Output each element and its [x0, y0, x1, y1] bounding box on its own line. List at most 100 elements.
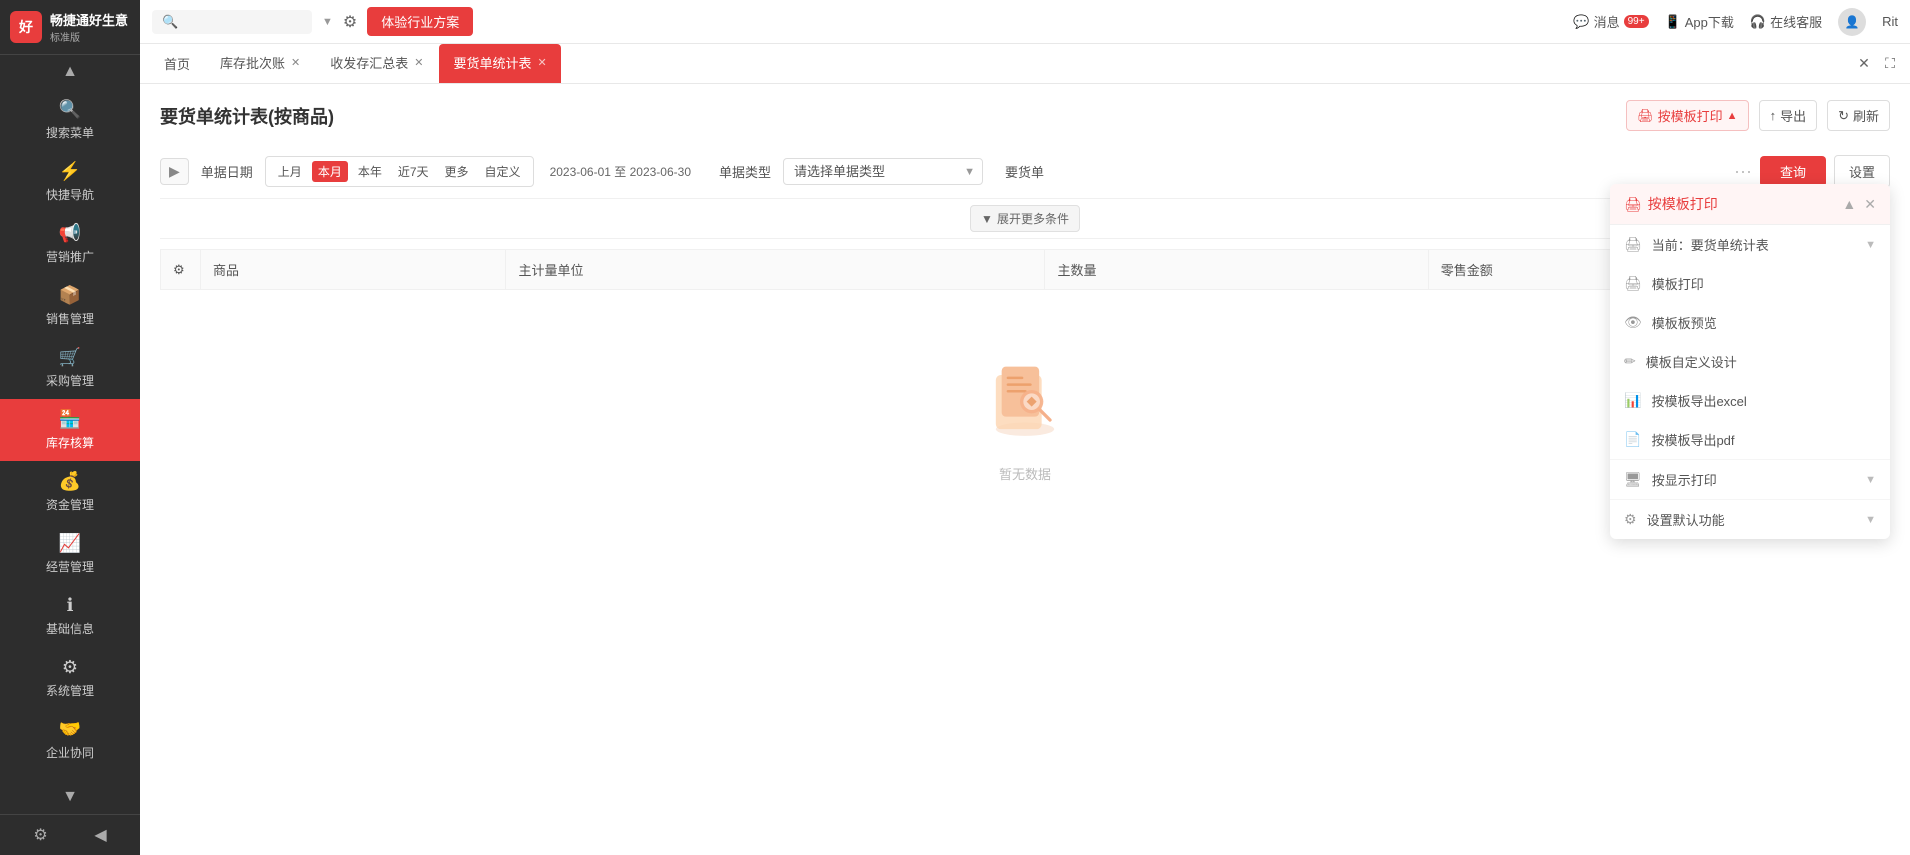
nav-icon-10: 🤝 — [59, 719, 81, 740]
main: 🔍 ▼ ⚙ 体验行业方案 💬 消息 99+ 📱 App下载 🎧 在线客服 👤 R… — [140, 0, 1910, 855]
topbar-actions: 💬 消息 99+ 📱 App下载 🎧 在线客服 👤 Rit — [1573, 8, 1898, 36]
dropdown-arrow-up[interactable]: ▲ — [1842, 196, 1856, 212]
scroll-up-btn[interactable]: ▲ — [58, 59, 82, 85]
nav-label-4: 采购管理 — [46, 372, 94, 389]
date-range-text: 2023-06-01 至 2023-06-30 — [550, 163, 691, 180]
date-custom[interactable]: 自定义 — [479, 161, 527, 182]
username[interactable]: Rit — [1882, 14, 1898, 29]
dropdown-section-display-print[interactable]: 🖥 按显示打印 ▼ — [1610, 459, 1890, 499]
date-more[interactable]: 更多 — [439, 161, 475, 182]
tabbar: 首页 库存批次账 ✕ 收发存汇总表 ✕ 要货单统计表 ✕ ✕ ⛶ — [140, 44, 1910, 84]
settings-bottom-icon[interactable]: ⚙ — [33, 825, 47, 845]
collapse-sidebar-icon[interactable]: ◀ — [94, 825, 106, 845]
nav-label-9: 系统管理 — [46, 682, 94, 699]
section-arrow-1: ▼ — [1865, 474, 1876, 486]
expand-more-btn[interactable]: ▼ 展开更多条件 — [970, 205, 1080, 232]
current-indicator-icon: 🖨 — [1624, 236, 1642, 253]
dropdown-item-preview[interactable]: 👁 模板板预览 — [1610, 303, 1890, 342]
dropdown-header: 🖨 按模板打印 ▲ ✕ — [1610, 184, 1890, 225]
trial-button[interactable]: 体验行业方案 — [367, 7, 473, 36]
nav-icon-8: ℹ — [67, 595, 74, 616]
export-btn[interactable]: ↑ 导出 — [1759, 100, 1818, 131]
page-actions: 🖨 按模板打印 ▲ ↑ 导出 ↻ 刷新 — [1626, 100, 1890, 131]
topbar: 🔍 ▼ ⚙ 体验行业方案 💬 消息 99+ 📱 App下载 🎧 在线客服 👤 R… — [140, 0, 1910, 44]
sidebar: 好 畅捷通好生意 标准版 ▲ 🔍 搜索菜单 ⚡ 快捷导航 📢 营销推广 📦 销售… — [0, 0, 140, 855]
sidebar-item-6[interactable]: 💰 资金管理 — [0, 461, 140, 523]
tab-requisition[interactable]: 要货单统计表 ✕ — [439, 44, 560, 83]
app-download-btn[interactable]: 📱 App下载 — [1665, 12, 1734, 31]
goods-field-label: 要货单 — [1005, 162, 1044, 181]
dropdown-item-export-excel[interactable]: 📊 按模板导出excel — [1610, 381, 1890, 420]
sidebar-item-2[interactable]: 📢 营销推广 — [0, 213, 140, 275]
tab-home[interactable]: 首页 — [150, 44, 204, 83]
empty-icon — [975, 350, 1075, 450]
date-prev-month[interactable]: 上月 — [272, 161, 308, 182]
page-content: 要货单统计表(按商品) 🖨 按模板打印 ▲ ↑ 导出 ↻ 刷新 — [140, 84, 1910, 855]
sidebar-item-1[interactable]: ⚡ 快捷导航 — [0, 151, 140, 213]
tab-inventory-batch[interactable]: 库存批次账 ✕ — [206, 44, 314, 83]
sidebar-bottom: ⚙ ◀ — [0, 814, 140, 855]
nav-label-1: 快捷导航 — [46, 186, 94, 203]
page-title: 要货单统计表(按商品) — [160, 103, 334, 129]
sidebar-item-7[interactable]: 📈 经营管理 — [0, 523, 140, 585]
logo-text-group: 畅捷通好生意 标准版 — [50, 10, 128, 44]
more-options-icon[interactable]: ··· — [1734, 161, 1752, 182]
tab-summary[interactable]: 收发存汇总表 ✕ — [316, 44, 437, 83]
print-arrow-icon: ▲ — [1727, 110, 1738, 122]
page-header: 要货单统计表(按商品) 🖨 按模板打印 ▲ ↑ 导出 ↻ 刷新 — [160, 100, 1890, 131]
sidebar-item-11[interactable]: 🚀 新手引导 — [0, 771, 140, 780]
dropdown-print-icon: 🖨 — [1624, 196, 1642, 213]
dropdown-item-design[interactable]: ✏ 模板自定义设计 — [1610, 342, 1890, 381]
window-maximize-btn[interactable]: ⛶ — [1880, 54, 1900, 74]
nav-icon-6: 💰 — [59, 471, 81, 492]
topbar-settings-icon[interactable]: ⚙ — [343, 12, 357, 32]
expand-more-icon: ▼ — [981, 212, 993, 226]
nav-label-3: 销售管理 — [46, 310, 94, 327]
sidebar-item-0[interactable]: 🔍 搜索菜单 — [0, 89, 140, 151]
tab-close-requisition[interactable]: ✕ — [538, 56, 547, 69]
sidebar-item-10[interactable]: 🤝 企业协同 — [0, 709, 140, 771]
sidebar-item-3[interactable]: 📦 销售管理 — [0, 275, 140, 337]
date-current-year[interactable]: 本年 — [352, 161, 388, 182]
sidebar-item-4[interactable]: 🛒 采购管理 — [0, 337, 140, 399]
col-gear[interactable]: ⚙ — [161, 250, 201, 290]
online-service-btn[interactable]: 🎧 在线客服 — [1750, 12, 1822, 31]
date-filter-label: 单据日期 — [201, 162, 253, 181]
filter-expand-icon[interactable]: ▶ — [160, 158, 189, 185]
tab-close-summary[interactable]: ✕ — [414, 56, 423, 69]
display-print-icon: 🖥 — [1624, 471, 1642, 488]
sidebar-item-5[interactable]: 🏪 库存核算 — [0, 399, 140, 461]
expand-more-label: 展开更多条件 — [997, 210, 1069, 227]
topbar-dropdown[interactable]: ▼ — [322, 16, 333, 28]
current-item-arrow: ▼ — [1865, 239, 1876, 251]
query-btn[interactable]: 查询 — [1760, 156, 1826, 187]
dropdown-item-export-pdf[interactable]: 📄 按模板导出pdf — [1610, 420, 1890, 459]
date-7days[interactable]: 近7天 — [392, 161, 435, 182]
nav-icon-2: 📢 — [59, 223, 81, 244]
print-dropdown: 🖨 按模板打印 ▲ ✕ 🖨 当前：要货单统计表 ▼ 🖨 模板打印 � — [1610, 184, 1890, 539]
message-badge: 99+ — [1624, 15, 1649, 28]
dropdown-current-item[interactable]: 🖨 当前：要货单统计表 ▼ — [1610, 225, 1890, 264]
type-select[interactable]: 请选择单据类型 — [783, 158, 983, 185]
topbar-search[interactable]: 🔍 — [152, 10, 312, 34]
sidebar-item-9[interactable]: ⚙ 系统管理 — [0, 647, 140, 709]
message-btn[interactable]: 💬 消息 99+ — [1573, 12, 1648, 31]
nav-icon-4: 🛒 — [59, 347, 81, 368]
tab-close-inventory-batch[interactable]: ✕ — [291, 56, 300, 69]
date-current-month[interactable]: 本月 — [312, 161, 348, 182]
dropdown-section-default-settings[interactable]: ⚙ 设置默认功能 ▼ — [1610, 499, 1890, 539]
sidebar-item-8[interactable]: ℹ 基础信息 — [0, 585, 140, 647]
template-design-icon: ✏ — [1624, 353, 1636, 370]
print-template-btn[interactable]: 🖨 按模板打印 ▲ — [1626, 100, 1748, 131]
message-label: 消息 — [1594, 12, 1620, 31]
scroll-down-btn[interactable]: ▼ — [58, 784, 82, 810]
dropdown-item-print[interactable]: 🖨 模板打印 — [1610, 264, 1890, 303]
nav-icon-1: ⚡ — [59, 161, 81, 182]
dropdown-controls: ▲ ✕ — [1842, 196, 1876, 213]
avatar[interactable]: 👤 — [1838, 8, 1866, 36]
window-close-btn[interactable]: ✕ — [1854, 54, 1874, 74]
nav-icon-5: 🏪 — [59, 409, 81, 430]
refresh-btn[interactable]: ↻ 刷新 — [1827, 100, 1890, 131]
col-quantity: 主数量 — [1045, 250, 1428, 290]
dropdown-close-icon[interactable]: ✕ — [1864, 196, 1876, 213]
